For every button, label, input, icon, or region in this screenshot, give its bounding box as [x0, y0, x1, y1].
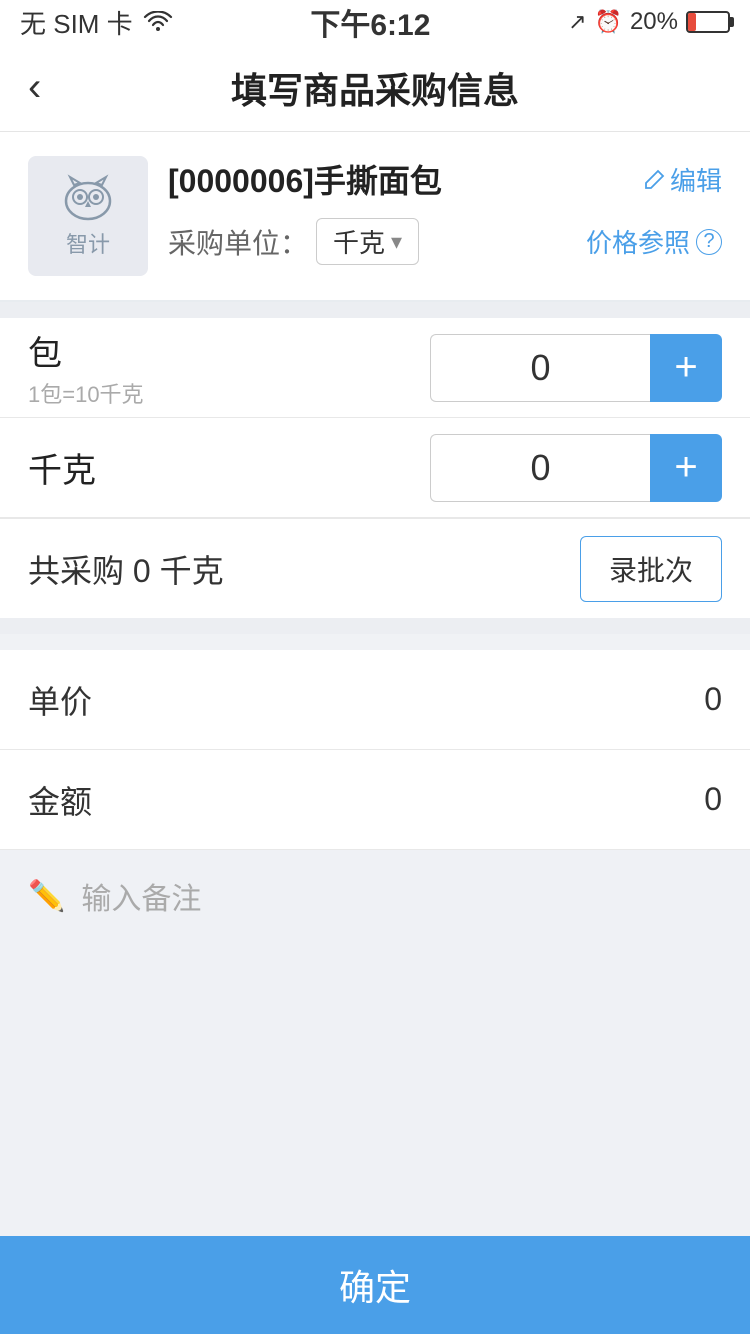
unit-price-value: 0	[704, 681, 722, 718]
bag-controls: +	[148, 334, 722, 402]
battery-fill	[688, 13, 696, 31]
section-divider-1	[0, 302, 750, 318]
kg-quantity-input[interactable]	[430, 434, 650, 502]
quantity-section: 包 1包=10千克 + 千克 +	[0, 318, 750, 518]
product-unit-row: 采购单位： 千克 ▾ 价格参照 ?	[168, 218, 722, 265]
unit-price-row: 单价 0	[0, 650, 750, 750]
nav-bar: ‹ 填写商品采购信息	[0, 44, 750, 132]
bag-quantity-row: 包 1包=10千克 +	[0, 318, 750, 418]
status-time: 下午6:12	[310, 0, 430, 44]
notes-placeholder: 输入备注	[81, 874, 201, 918]
amount-row: 金额 0	[0, 750, 750, 850]
amount-label: 金额	[28, 777, 92, 823]
kg-label: 千克	[28, 443, 148, 492]
page-title: 填写商品采购信息	[231, 62, 519, 114]
notes-section[interactable]: ✏️ 输入备注	[0, 850, 750, 942]
batch-button[interactable]: 录批次	[580, 536, 722, 602]
brand-label: 智计	[66, 227, 110, 259]
bag-plus-button[interactable]: +	[650, 334, 722, 402]
product-name-row: [0000006]手撕面包 编辑	[168, 156, 722, 202]
unit-price-label: 单价	[28, 677, 92, 723]
price-ref-button[interactable]: 价格参照 ?	[586, 223, 722, 260]
price-section: 单价 0 金额 0	[0, 650, 750, 850]
summary-text: 共采购 0 千克	[28, 546, 224, 592]
wifi-icon	[143, 11, 173, 33]
edit-icon	[644, 168, 666, 190]
kg-plus-button[interactable]: +	[650, 434, 722, 502]
bag-label-group: 包 1包=10千克	[28, 326, 148, 409]
back-button[interactable]: ‹	[28, 65, 41, 110]
location-icon: ↗	[568, 9, 586, 35]
kg-label-group: 千克	[28, 443, 148, 492]
help-icon: ?	[696, 229, 722, 255]
unit-select[interactable]: 千克 ▾	[316, 218, 419, 265]
confirm-button-label: 确定	[339, 1259, 411, 1311]
product-name: [0000006]手撕面包	[168, 156, 442, 202]
product-image: 智计	[28, 156, 148, 276]
battery-icon	[686, 11, 730, 33]
product-info: [0000006]手撕面包 编辑 采购单位： 千克 ▾ 价格参照 ?	[168, 156, 722, 265]
status-bar: 无 SIM 卡 下午6:12 ↗ ⏰ 20%	[0, 0, 750, 44]
confirm-button[interactable]: 确定	[0, 1236, 750, 1334]
bag-label: 包	[28, 326, 148, 375]
kg-quantity-row: 千克 +	[0, 418, 750, 518]
bag-quantity-input[interactable]	[430, 334, 650, 402]
alarm-icon: ⏰	[595, 9, 622, 35]
kg-controls: +	[148, 434, 722, 502]
battery-label: 20%	[630, 8, 678, 36]
section-divider-2	[0, 618, 750, 634]
amount-value: 0	[704, 781, 722, 818]
chevron-down-icon: ▾	[391, 229, 402, 255]
unit-label: 采购单位：	[168, 222, 308, 262]
sim-label: 无 SIM 卡	[20, 4, 133, 41]
product-card: 智计 [0000006]手撕面包 编辑 采购单位： 千克 ▾ 价格参照 ?	[0, 132, 750, 302]
summary-row: 共采购 0 千克 录批次	[0, 518, 750, 618]
product-owl-icon	[58, 173, 118, 223]
bag-sublabel: 1包=10千克	[28, 377, 148, 409]
status-left: 无 SIM 卡	[20, 4, 173, 41]
pencil-icon: ✏️	[28, 879, 65, 914]
status-right: ↗ ⏰ 20%	[568, 8, 730, 36]
edit-button[interactable]: 编辑	[644, 161, 722, 198]
